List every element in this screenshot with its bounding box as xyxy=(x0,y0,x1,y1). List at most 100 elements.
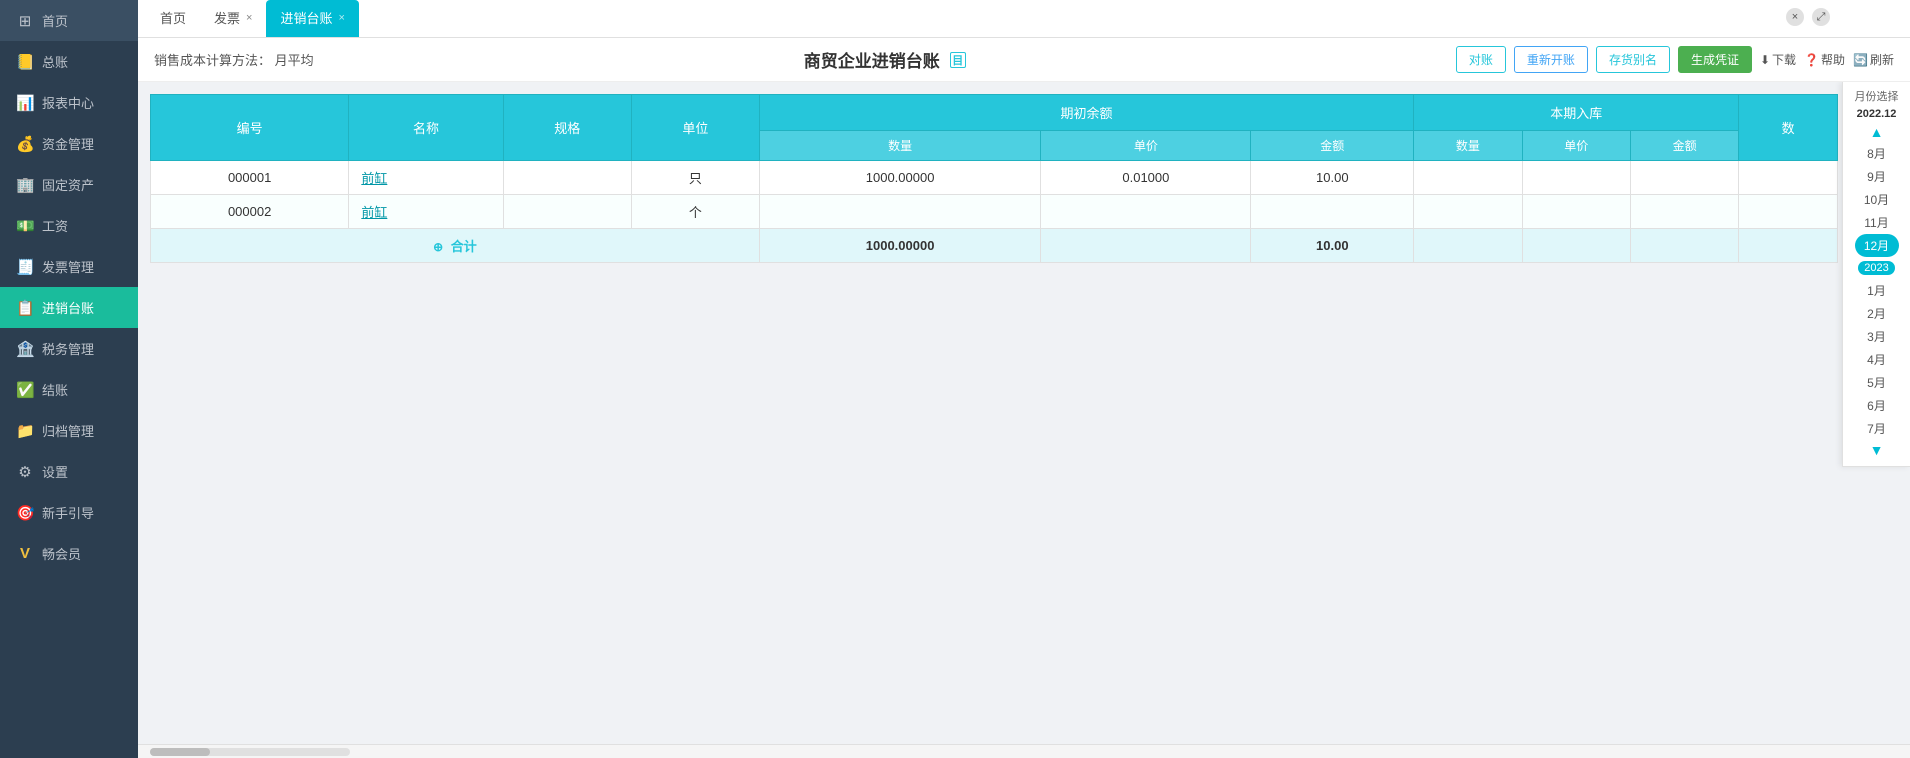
total-opening-price xyxy=(1041,229,1251,263)
month-1[interactable]: 1月 xyxy=(1843,279,1910,302)
month-4[interactable]: 4月 xyxy=(1843,348,1910,371)
col-header-opening: 期初余额 xyxy=(759,95,1413,131)
month-3[interactable]: 3月 xyxy=(1843,325,1910,348)
sidebar-item-label: 设置 xyxy=(42,462,68,481)
sidebar-item-label: 固定资产 xyxy=(42,175,94,194)
tab-invoice[interactable]: 发票 × xyxy=(200,0,266,37)
month-7[interactable]: 7月 xyxy=(1843,417,1910,440)
cell-unit: 个 xyxy=(631,195,759,229)
horizontal-scrollbar[interactable] xyxy=(150,748,350,756)
sidebar-item-home[interactable]: ⊞ 首页 xyxy=(0,0,138,41)
total-more xyxy=(1739,229,1838,263)
cell-more xyxy=(1739,195,1838,229)
scroll-down-button[interactable]: ▼ xyxy=(1870,440,1884,460)
help-icon: ❓ xyxy=(1804,53,1819,67)
cell-spec xyxy=(503,161,631,195)
sidebar-item-reports[interactable]: 📊 报表中心 xyxy=(0,82,138,123)
refresh-icon: 🔄 xyxy=(1853,53,1868,67)
save-alias-button[interactable]: 存货别名 xyxy=(1596,46,1670,73)
col-inbound-price: 单价 xyxy=(1522,131,1630,161)
reports-icon: 📊 xyxy=(16,94,34,112)
cell-opening-qty: 1000.00000 xyxy=(759,161,1040,195)
sidebar: ⊞ 首页 📒 总账 📊 报表中心 💰 资金管理 🏢 固定资产 💵 工资 🧾 发票… xyxy=(0,0,138,758)
sidebar-item-assets[interactable]: 🏢 固定资产 xyxy=(0,164,138,205)
cell-inbound-price xyxy=(1522,161,1630,195)
sidebar-item-archive[interactable]: 📁 归档管理 xyxy=(0,410,138,451)
month-2[interactable]: 2月 xyxy=(1843,302,1910,325)
sidebar-item-invoice[interactable]: 🧾 发票管理 xyxy=(0,246,138,287)
tab-inventory[interactable]: 进销台账 × xyxy=(266,0,358,37)
scroll-up-button[interactable]: ▲ xyxy=(1870,122,1884,142)
cell-inbound-amount xyxy=(1630,161,1738,195)
month-6[interactable]: 6月 xyxy=(1843,394,1910,417)
sidebar-item-guide[interactable]: 🎯 新手引导 xyxy=(0,492,138,533)
col-inbound-amount: 金额 xyxy=(1630,131,1738,161)
download-button[interactable]: ⬇ 下载 xyxy=(1760,51,1796,68)
month-9[interactable]: 9月 xyxy=(1843,165,1910,188)
col-header-more: 数 xyxy=(1739,95,1838,161)
page-title: 商贸企业进销台账 xyxy=(804,47,940,72)
top-bar: 销售成本计算方法： 月平均 商贸企业进销台账 目 对账 重新开账 存货别名 生成… xyxy=(138,38,1910,82)
sidebar-item-ledger[interactable]: 📒 总账 xyxy=(0,41,138,82)
total-row: ⊕ 合计 1000.00000 10.00 xyxy=(151,229,1838,263)
cell-spec xyxy=(503,195,631,229)
cell-inbound-price xyxy=(1522,195,1630,229)
cell-inbound-qty xyxy=(1414,161,1522,195)
funds-icon: 💰 xyxy=(16,135,34,153)
sidebar-item-label: 畅会员 xyxy=(42,544,81,563)
year-2023-badge: 2023 xyxy=(1858,261,1894,275)
month-panel-year-2022: 2022.12 xyxy=(1857,108,1897,120)
reopen-button[interactable]: 重新开账 xyxy=(1514,46,1588,73)
month-8[interactable]: 8月 xyxy=(1843,142,1910,165)
assets-icon: 🏢 xyxy=(16,176,34,194)
ledger-icon: 📒 xyxy=(16,53,34,71)
col-header-inbound: 本期入库 xyxy=(1414,95,1739,131)
col-header-spec: 规格 xyxy=(503,95,631,161)
sidebar-item-inventory[interactable]: 📋 进销台账 xyxy=(0,287,138,328)
sidebar-item-wages[interactable]: 💵 工资 xyxy=(0,205,138,246)
total-inbound-price xyxy=(1522,229,1630,263)
cell-code: 000001 xyxy=(151,161,349,195)
total-label-cell: ⊕ 合计 xyxy=(151,229,760,263)
help-button[interactable]: ❓ 帮助 xyxy=(1804,51,1845,68)
sidebar-item-label: 税务管理 xyxy=(42,339,94,358)
invoice-icon: 🧾 xyxy=(16,258,34,276)
tab-home[interactable]: 首页 xyxy=(146,0,200,37)
month-panel: 月份选择 2022.12 ▲ 8月 9月 10月 11月 12月 2023 1月… xyxy=(1842,82,1910,467)
sidebar-item-label: 工资 xyxy=(42,216,68,235)
total-inbound-qty xyxy=(1414,229,1522,263)
sidebar-item-vip[interactable]: V 畅会员 xyxy=(0,533,138,574)
cost-method: 销售成本计算方法： 月平均 xyxy=(154,50,314,69)
sidebar-item-settings[interactable]: ⚙ 设置 xyxy=(0,451,138,492)
cell-name: 前缸 xyxy=(349,161,503,195)
tab-invoice-close[interactable]: × xyxy=(246,12,252,24)
reconcile-button[interactable]: 对账 xyxy=(1456,46,1506,73)
table-row: 000001 前缸 只 1000.00000 0.01000 10.00 xyxy=(151,161,1838,195)
month-10[interactable]: 10月 xyxy=(1843,188,1910,211)
maximize-window-button[interactable]: ⤢ xyxy=(1812,8,1830,26)
month-11[interactable]: 11月 xyxy=(1843,211,1910,234)
tab-inventory-close[interactable]: × xyxy=(338,12,344,24)
month-12[interactable]: 12月 xyxy=(1855,234,1899,257)
tab-bar: 首页 发票 × 进销台账 × xyxy=(138,0,1910,38)
sidebar-item-tax[interactable]: 🏦 税务管理 xyxy=(0,328,138,369)
cell-opening-amount xyxy=(1251,195,1414,229)
sidebar-item-label: 归档管理 xyxy=(42,421,94,440)
cell-unit: 只 xyxy=(631,161,759,195)
cell-opening-qty xyxy=(759,195,1040,229)
sidebar-item-funds[interactable]: 💰 资金管理 xyxy=(0,123,138,164)
info-icon[interactable]: 目 xyxy=(950,52,966,68)
cell-inbound-qty xyxy=(1414,195,1522,229)
cost-method-label: 销售成本计算方法： xyxy=(154,53,271,68)
cell-opening-price: 0.01000 xyxy=(1041,161,1251,195)
cost-method-value: 月平均 xyxy=(275,53,314,68)
month-5[interactable]: 5月 xyxy=(1843,371,1910,394)
close-window-button[interactable]: × xyxy=(1786,8,1804,26)
refresh-button[interactable]: 🔄 刷新 xyxy=(1853,51,1894,68)
inventory-table: 编号 名称 规格 单位 期初余额 本期入库 数 数量 单价 金额 数 xyxy=(150,94,1838,263)
sidebar-item-settle[interactable]: ✅ 结账 xyxy=(0,369,138,410)
sidebar-item-label: 发票管理 xyxy=(42,257,94,276)
tax-icon: 🏦 xyxy=(16,340,34,358)
wages-icon: 💵 xyxy=(16,217,34,235)
generate-voucher-button[interactable]: 生成凭证 xyxy=(1678,46,1752,73)
